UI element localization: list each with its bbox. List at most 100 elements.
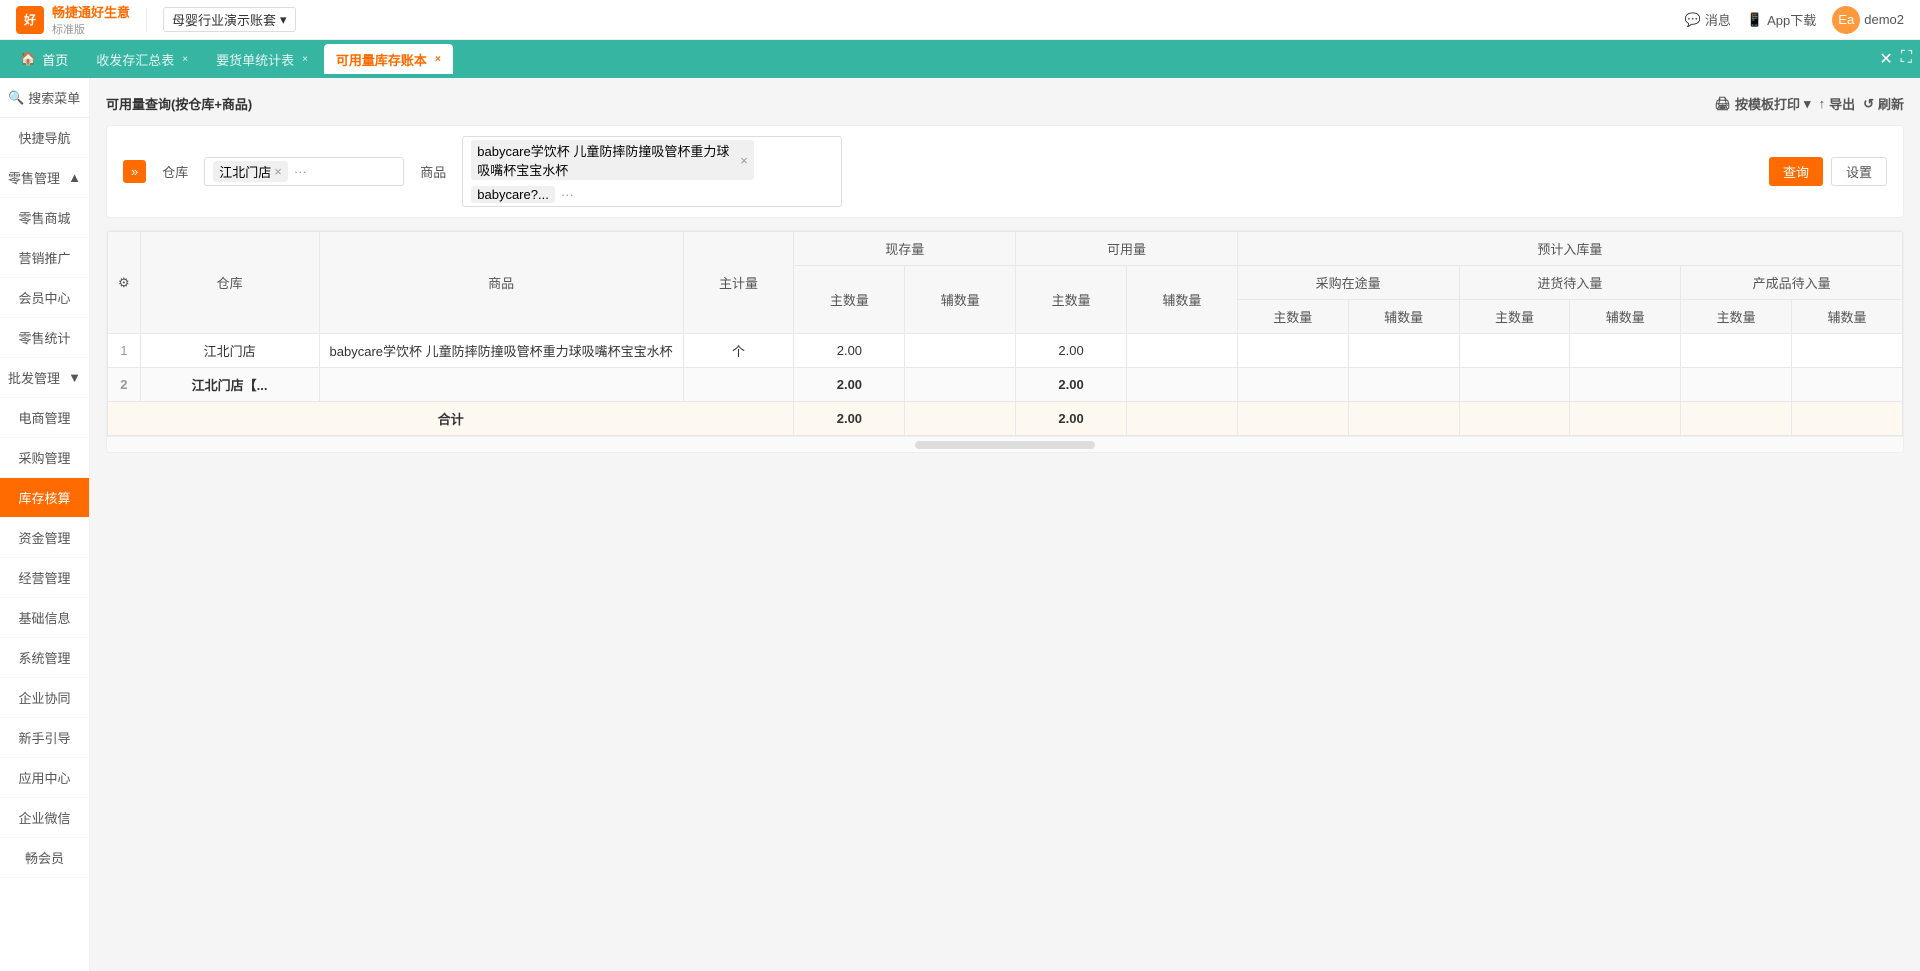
sidebar-item-wholesale-mgmt[interactable]: 批发管理 ▼ [0, 358, 89, 398]
sidebar-item-basic-info[interactable]: 基础信息 [0, 598, 89, 638]
close-receipts-icon[interactable]: × [182, 54, 188, 65]
warehouse-ellipsis[interactable]: ··· [294, 164, 307, 179]
sidebar-enterprise-wechat-label: 企业微信 [18, 811, 70, 826]
settings-icon[interactable]: ⚙ [118, 275, 130, 290]
product-tag-close-1-icon[interactable]: × [740, 153, 748, 168]
settings-button[interactable]: 设置 [1831, 157, 1887, 186]
row-2-purchase-in-main [1237, 368, 1348, 402]
row-1-purchase-in-sub [1348, 334, 1459, 368]
sidebar-item-enterprise-wechat[interactable]: 企业微信 [0, 798, 89, 838]
export-label: 导出 [1829, 94, 1855, 113]
refresh-icon: ↺ [1863, 96, 1874, 112]
summary-available-main: 2.00 [1016, 402, 1127, 436]
row-2-index: 2 [108, 368, 141, 402]
close-available-stock-icon[interactable]: × [435, 54, 441, 65]
sidebar-item-member-center[interactable]: 会员中心 [0, 278, 89, 318]
sidebar-member-center-label: 会员中心 [18, 291, 70, 306]
sidebar-quick-nav-label: 快捷导航 [18, 131, 70, 146]
sidebar-retail-stats-label: 零售统计 [18, 331, 70, 346]
sidebar-item-app-center[interactable]: 应用中心 [0, 758, 89, 798]
summary-purchase-in-main [1237, 402, 1348, 436]
warehouse-tag-text: 江北门店 [219, 162, 271, 181]
sidebar-item-new-guide[interactable]: 新手引导 [0, 718, 89, 758]
row-2-unit [683, 368, 794, 402]
user-menu[interactable]: Ea demo2 [1832, 6, 1904, 34]
tab-home[interactable]: 🏠 首页 [8, 44, 80, 74]
col-estimated-in: 预计入库量 [1237, 232, 1902, 266]
logo-sub: 标准版 [52, 21, 130, 37]
tab-available-stock-label: 可用量库存账本 [336, 50, 427, 69]
filter-toggle-button[interactable]: » [123, 160, 146, 183]
col-product: 商品 [319, 232, 683, 334]
sidebar-item-retail-stats[interactable]: 零售统计 [0, 318, 89, 358]
sidebar-item-retail-mgmt[interactable]: 零售管理 ▲ [0, 158, 89, 198]
refresh-button[interactable]: ↺ 刷新 [1863, 94, 1904, 113]
table-scrollbar[interactable] [107, 436, 1903, 452]
row-2-finished-pending-main [1681, 368, 1792, 402]
sidebar-item-operations[interactable]: 经营管理 [0, 558, 89, 598]
search-button[interactable]: 查询 [1769, 157, 1823, 186]
row-2-available-main: 2.00 [1016, 368, 1127, 402]
export-button[interactable]: ↑ 导出 [1819, 94, 1856, 113]
top-header: 好 畅捷通好生意 标准版 母婴行业演示账套 ▾ 💬 消息 📱 App下载 Ea … [0, 0, 1920, 40]
sidebar-item-quick-nav[interactable]: 快捷导航 [0, 118, 89, 158]
sidebar-item-retail-mall[interactable]: 零售商城 [0, 198, 89, 238]
product-tag-text-1: babycare学饮杯 儿童防摔防撞吸管杯重力球吸嘴杯宝宝水杯 [477, 141, 737, 179]
sidebar-search[interactable]: 🔍 搜索菜单 [0, 78, 89, 118]
divider [146, 8, 147, 32]
summary-finished-pending-main [1681, 402, 1792, 436]
industry-label: 母婴行业演示账套 [172, 10, 276, 29]
warehouse-tag-box[interactable]: 江北门店 × ··· [204, 157, 404, 186]
sidebar-item-enterprise-collab[interactable]: 企业协同 [0, 678, 89, 718]
row-2-finished-pending-sub [1792, 368, 1903, 402]
logo-icon: 好 [16, 6, 44, 34]
sidebar-marketing-label: 营销推广 [18, 251, 70, 266]
sidebar-item-ecommerce[interactable]: 电商管理 [0, 398, 89, 438]
print-template-button[interactable]: 🖨 按模板打印 ▾ [1715, 94, 1811, 113]
tab-available-stock[interactable]: 可用量库存账本 × [324, 44, 453, 74]
close-order-stat-icon[interactable]: × [302, 54, 308, 65]
col-incoming-pending-main: 主数量 [1459, 300, 1570, 334]
refresh-label: 刷新 [1878, 94, 1904, 113]
phone-icon: 📱 [1747, 12, 1763, 28]
message-button[interactable]: 💬 消息 [1685, 10, 1731, 29]
app-download-button[interactable]: 📱 App下载 [1747, 10, 1816, 29]
sidebar-item-vip[interactable]: 畅会员 [0, 838, 89, 878]
product-ellipsis[interactable]: ··· [561, 187, 574, 202]
col-purchase-in-sub: 辅数量 [1348, 300, 1459, 334]
col-available-main: 主数量 [1016, 266, 1127, 334]
logo-text: 畅捷通好生意 [52, 2, 130, 21]
tab-order-stat[interactable]: 要货单统计表 × [204, 44, 320, 74]
avatar-text: Ea [1838, 12, 1854, 27]
table-row: 2 江北门店【... 2.00 2.00 [108, 368, 1903, 402]
data-table: ⚙ 仓库 商品 主计量 现存量 可用量 预计入库量 主数量 辅数量 主数量 辅数… [107, 231, 1903, 436]
row-2-current-stock-sub [905, 368, 1016, 402]
sidebar-item-purchase-mgmt[interactable]: 采购管理 [0, 438, 89, 478]
sidebar-ecommerce-label: 电商管理 [18, 411, 70, 426]
sidebar-item-system-mgmt[interactable]: 系统管理 [0, 638, 89, 678]
product-tag-box[interactable]: babycare学饮杯 儿童防摔防撞吸管杯重力球吸嘴杯宝宝水杯 × babyca… [462, 136, 842, 207]
row-1-warehouse: 江北门店 [140, 334, 319, 368]
warehouse-tag-close-icon[interactable]: × [274, 164, 282, 179]
close-all-tabs-icon[interactable]: ✕ [1879, 49, 1892, 69]
industry-selector[interactable]: 母婴行业演示账套 ▾ [163, 7, 296, 32]
sidebar-inventory-check-label: 库存核算 [18, 491, 70, 506]
summary-current-stock-sub [905, 402, 1016, 436]
chevron-icon2: ▼ [68, 370, 81, 385]
row-1-purchase-in-main [1237, 334, 1348, 368]
tab-home-label: 首页 [42, 50, 68, 69]
summary-purchase-in-sub [1348, 402, 1459, 436]
sidebar-operations-label: 经营管理 [18, 571, 70, 586]
logo-area: 好 畅捷通好生意 标准版 母婴行业演示账套 ▾ [16, 2, 296, 37]
sidebar-item-finance[interactable]: 资金管理 [0, 518, 89, 558]
tab-receipts[interactable]: 收发存汇总表 × [84, 44, 200, 74]
top-right: 💬 消息 📱 App下载 Ea demo2 [1685, 6, 1904, 34]
page-title-row: 可用量查询(按仓库+商品) 🖨 按模板打印 ▾ ↑ 导出 ↺ 刷新 [106, 94, 1904, 113]
fullscreen-icon[interactable]: ⛶ [1901, 49, 1912, 69]
sidebar-item-inventory-check[interactable]: 库存核算 [0, 478, 89, 518]
row-1-available-main: 2.00 [1016, 334, 1127, 368]
home-icon: 🏠 [20, 51, 36, 67]
sidebar-item-marketing[interactable]: 营销推广 [0, 238, 89, 278]
search-icon: 🔍 [8, 90, 24, 106]
sidebar-basic-info-label: 基础信息 [18, 611, 70, 626]
